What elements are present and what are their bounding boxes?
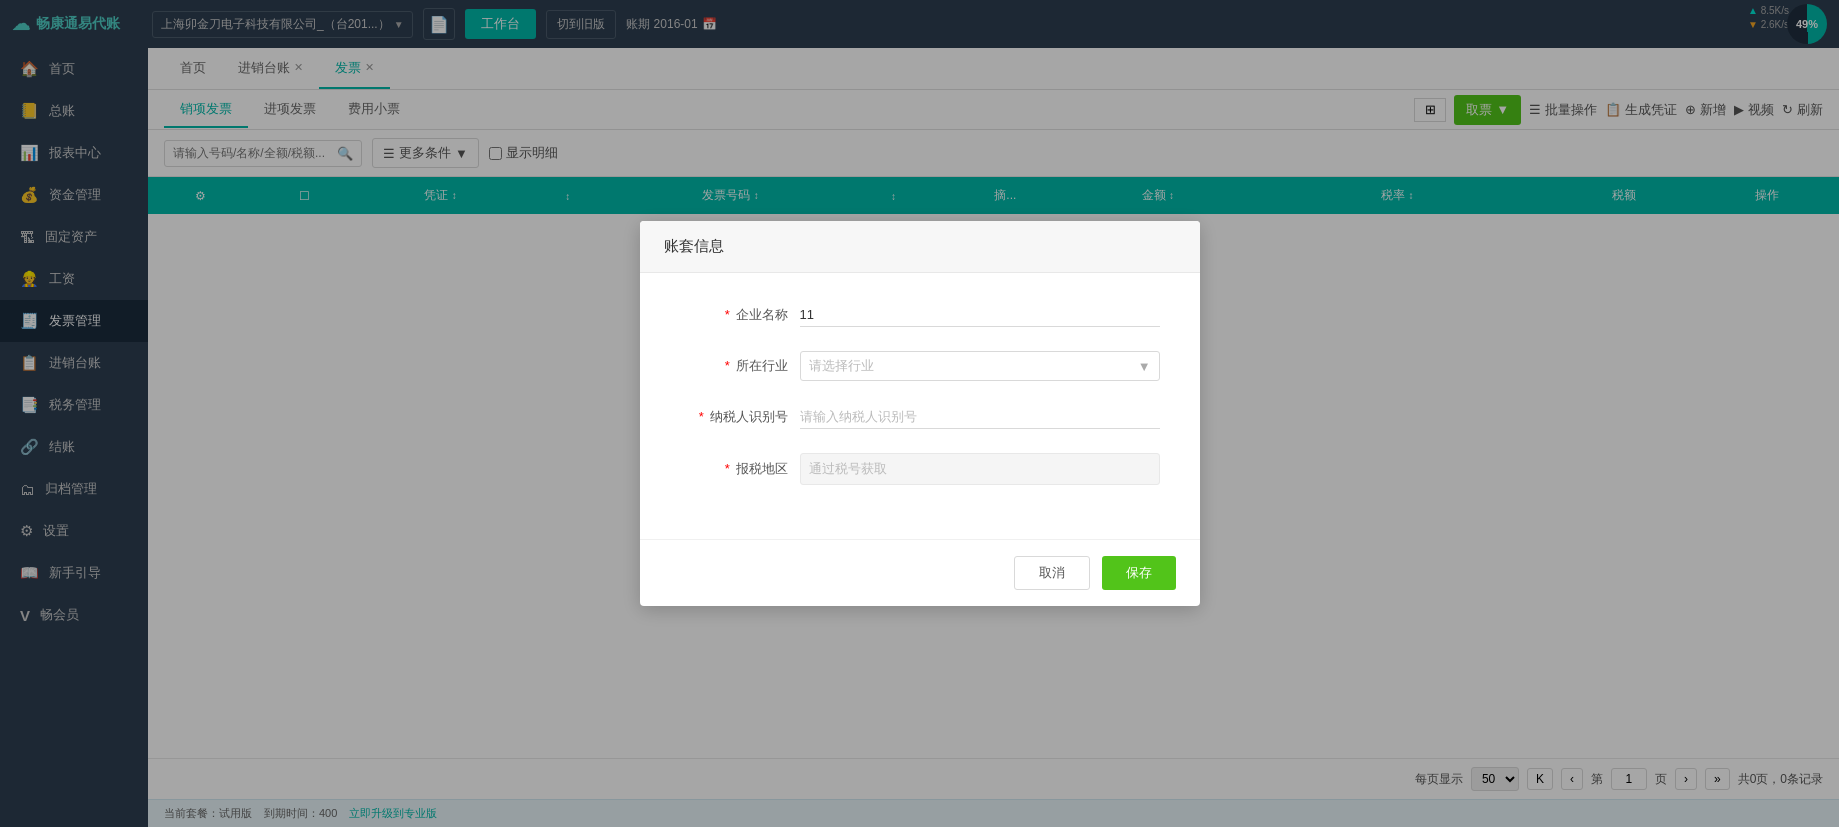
company-name-input[interactable] [800, 303, 1160, 327]
industry-label: * 所在行业 [680, 357, 800, 375]
industry-chevron-icon: ▼ [1138, 359, 1151, 374]
cancel-button[interactable]: 取消 [1014, 556, 1090, 590]
tax-region-display: 通过税号获取 [800, 453, 1160, 485]
modal-overlay: 账套信息 * 企业名称 * 所在行业 请选择行业 ▼ [0, 0, 1839, 827]
account-info-dialog: 账套信息 * 企业名称 * 所在行业 请选择行业 ▼ [640, 221, 1200, 606]
dialog-title: 账套信息 [640, 221, 1200, 273]
tax-region-label: * 报税地区 [680, 460, 800, 478]
form-row-tax-region: * 报税地区 通过税号获取 [680, 453, 1160, 485]
tax-id-input[interactable] [800, 405, 1160, 429]
dialog-body: * 企业名称 * 所在行业 请选择行业 ▼ * [640, 273, 1200, 539]
tax-id-label: * 纳税人识别号 [680, 408, 800, 426]
form-row-company: * 企业名称 [680, 303, 1160, 327]
company-name-label: * 企业名称 [680, 306, 800, 324]
industry-select[interactable]: 请选择行业 ▼ [800, 351, 1160, 381]
dialog-footer: 取消 保存 [640, 539, 1200, 606]
form-row-industry: * 所在行业 请选择行业 ▼ [680, 351, 1160, 381]
save-button[interactable]: 保存 [1102, 556, 1176, 590]
form-row-tax-id: * 纳税人识别号 [680, 405, 1160, 429]
